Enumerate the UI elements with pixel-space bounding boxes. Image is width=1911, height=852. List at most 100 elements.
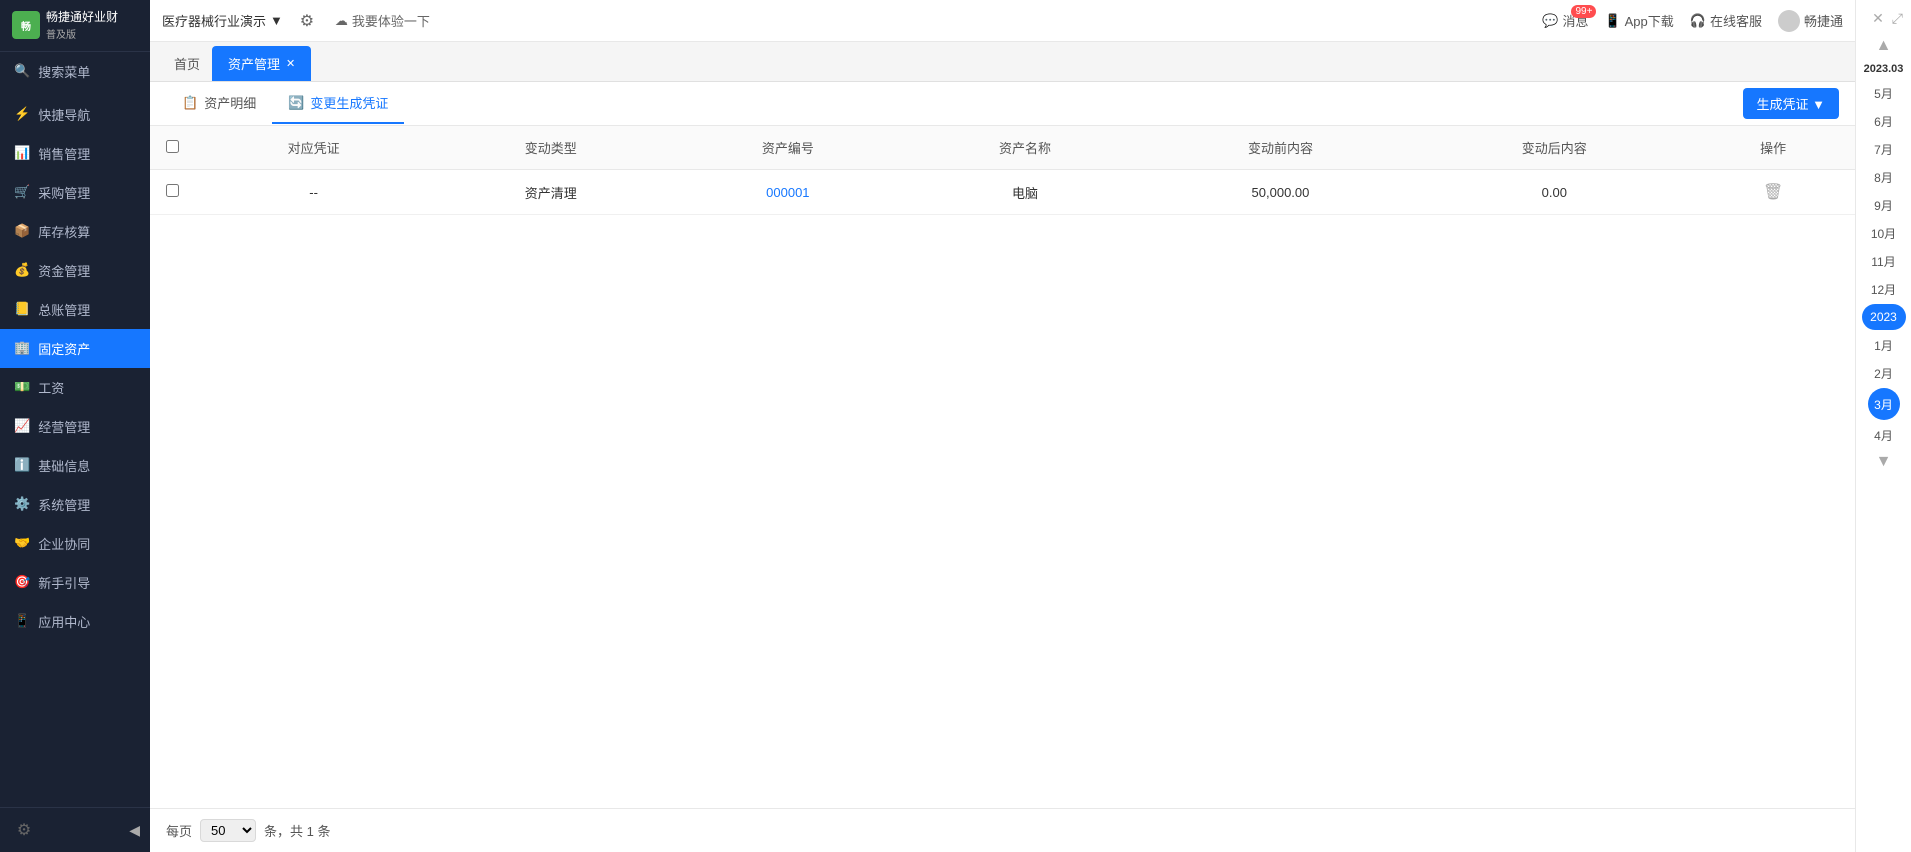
sub-tab-change-voucher[interactable]: 🔄 变更生成凭证	[272, 83, 404, 124]
sidebar-item-enterprise[interactable]: 🤝 企业协同	[0, 524, 150, 563]
sidebar: 畅 畅捷通好业财 普及版 🔍 搜索菜单 ⚡ 快捷导航 📊 销售管理 🛒 采购管理…	[0, 0, 150, 852]
basic-info-label: 基础信息	[38, 456, 90, 475]
tab-close-icon[interactable]: ✕	[286, 57, 295, 70]
main-content: 医疗器械行业演示 ▼ ⚙ ☁ 我要体验一下 💬 消息 99+ 📱 App下载 🎧…	[150, 0, 1855, 852]
tab-asset-management-label: 资产管理	[228, 54, 280, 73]
sales-label: 销售管理	[38, 144, 90, 163]
month-item-7[interactable]: 7月	[1862, 136, 1906, 162]
message-button[interactable]: 💬 消息 99+	[1542, 11, 1588, 30]
sidebar-item-operations[interactable]: 📈 经营管理	[0, 407, 150, 446]
month-item-4[interactable]: 4月	[1862, 422, 1906, 448]
operations-icon: 📈	[14, 418, 30, 434]
app-download-button[interactable]: 📱 App下载	[1604, 11, 1673, 30]
delete-row-button[interactable]: 🗑	[1763, 182, 1783, 202]
operations-label: 经营管理	[38, 417, 90, 436]
month-item-8[interactable]: 8月	[1862, 164, 1906, 190]
cell-before: 50,000.00	[1144, 170, 1418, 215]
table-select-all-header	[150, 126, 195, 170]
tab-asset-management[interactable]: 资产管理 ✕	[212, 46, 311, 81]
feedback-icon: ☁	[335, 13, 348, 29]
quick-nav-icon: ⚡	[14, 106, 30, 122]
basic-info-icon: ℹ️	[14, 457, 30, 473]
system-label: 系统管理	[38, 495, 90, 514]
sidebar-collapse-button[interactable]: ◀	[129, 822, 140, 839]
app-center-label: 应用中心	[38, 612, 90, 631]
sidebar-item-basic-info[interactable]: ℹ️ 基础信息	[0, 446, 150, 485]
month-item-10[interactable]: 10月	[1862, 220, 1906, 246]
sales-icon: 📊	[14, 145, 30, 161]
topbar: 医疗器械行业演示 ▼ ⚙ ☁ 我要体验一下 💬 消息 99+ 📱 App下载 🎧…	[150, 0, 1855, 42]
select-all-checkbox[interactable]	[166, 140, 179, 153]
year-label: 2023.03	[1856, 59, 1911, 79]
message-icon: 💬	[1542, 13, 1558, 29]
cell-asset-code: 000001	[669, 170, 906, 215]
asset-detail-tab-icon: 📋	[182, 95, 198, 111]
sidebar-item-salary[interactable]: 💵 工资	[0, 368, 150, 407]
sidebar-item-app-center[interactable]: 📱 应用中心	[0, 602, 150, 641]
tab-home-label: 首页	[174, 57, 200, 72]
quick-nav-label: 快捷导航	[38, 105, 90, 124]
ledger-label: 总账管理	[38, 300, 90, 319]
month-item-1[interactable]: 1月	[1862, 332, 1906, 358]
month-item-12[interactable]: 12月	[1862, 276, 1906, 302]
sidebar-logo: 畅 畅捷通好业财 普及版	[0, 0, 150, 52]
system-icon: ⚙️	[14, 496, 30, 512]
month-item-5[interactable]: 5月	[1862, 80, 1906, 106]
sidebar-item-guide[interactable]: 🎯 新手引导	[0, 563, 150, 602]
sidebar-item-purchase[interactable]: 🛒 采购管理	[0, 173, 150, 212]
row-checkbox[interactable]	[166, 184, 179, 197]
sidebar-item-search[interactable]: 🔍 搜索菜单	[0, 52, 150, 91]
logo-version: 普及版	[46, 26, 118, 41]
generate-voucher-button[interactable]: 生成凭证 ▼	[1743, 88, 1839, 119]
ledger-icon: 📒	[14, 301, 30, 317]
cell-action: 🗑	[1691, 170, 1855, 215]
sub-tab-asset-detail[interactable]: 📋 资产明细	[166, 83, 272, 124]
sidebar-item-quick-nav[interactable]: ⚡ 快捷导航	[0, 95, 150, 134]
sidebar-item-ledger[interactable]: 📒 总账管理	[0, 290, 150, 329]
fixed-assets-label: 固定资产	[38, 339, 90, 358]
panel-down-arrow[interactable]: ▼	[1856, 449, 1911, 475]
user-name: 畅捷通	[1804, 11, 1843, 30]
tab-home[interactable]: 首页	[162, 46, 212, 81]
sidebar-item-inventory[interactable]: 📦 库存核算	[0, 212, 150, 251]
enterprise-label: 企业协同	[38, 534, 90, 553]
salary-icon: 💵	[14, 379, 30, 395]
year-2023-marker[interactable]: 2023	[1862, 304, 1906, 330]
change-voucher-tab-label: 变更生成凭证	[310, 93, 388, 112]
online-service-button[interactable]: 🎧 在线客服	[1690, 11, 1762, 30]
month-item-9[interactable]: 9月	[1862, 192, 1906, 218]
company-name: 医疗器械行业演示	[162, 11, 266, 30]
user-menu[interactable]: 畅捷通	[1778, 10, 1843, 32]
month-item-2[interactable]: 2月	[1862, 360, 1906, 386]
sidebar-item-sales[interactable]: 📊 销售管理	[0, 134, 150, 173]
search-nav-icon: 🔍	[14, 63, 30, 79]
sidebar-item-system[interactable]: ⚙️ 系统管理	[0, 485, 150, 524]
panel-close-button[interactable]: ✕	[1870, 8, 1886, 29]
company-selector[interactable]: 医疗器械行业演示 ▼	[162, 11, 283, 30]
sidebar-search-label: 搜索菜单	[38, 62, 90, 81]
panel-up-arrow[interactable]: ▲	[1856, 33, 1911, 59]
enterprise-icon: 🤝	[14, 535, 30, 551]
col-asset-code: 资产编号	[669, 126, 906, 170]
generate-voucher-label: 生成凭证 ▼	[1757, 94, 1825, 113]
col-voucher: 对应凭证	[195, 126, 432, 170]
month-item-11[interactable]: 11月	[1862, 248, 1906, 274]
guide-label: 新手引导	[38, 573, 90, 592]
guide-icon: 🎯	[14, 574, 30, 590]
sidebar-item-fund[interactable]: 💰 资金管理	[0, 251, 150, 290]
feedback-button[interactable]: ☁ 我要体验一下	[335, 11, 430, 30]
month-item-6[interactable]: 6月	[1862, 108, 1906, 134]
per-page-select[interactable]: 10 20 50 100	[200, 819, 256, 842]
cell-after: 0.00	[1417, 170, 1691, 215]
settings-button[interactable]: ⚙	[293, 7, 321, 35]
sidebar-item-fixed-assets[interactable]: 🏢 固定资产	[0, 329, 150, 368]
pagination: 每页 10 20 50 100 条，共 1 条	[150, 808, 1855, 852]
purchase-icon: 🛒	[14, 184, 30, 200]
right-date-panel: ✕ ⤢ ▲ 2023.03 5月 6月 7月 8月 9月 10月 11月 12月…	[1855, 0, 1911, 852]
panel-expand-button[interactable]: ⤢	[1890, 8, 1905, 29]
table-row: -- 资产清理 000001 电脑 50,000.00 0.00 🗑	[150, 170, 1855, 215]
month-item-3-selected[interactable]: 3月	[1868, 388, 1900, 420]
logo-icon: 畅	[12, 11, 40, 39]
sidebar-settings-button[interactable]: ⚙	[10, 816, 38, 844]
col-change-type: 变动类型	[432, 126, 669, 170]
